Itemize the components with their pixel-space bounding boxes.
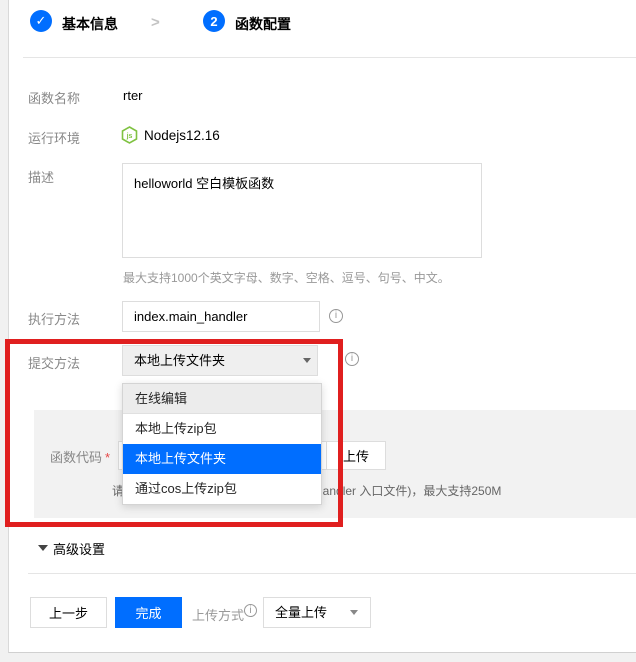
option-local-zip[interactable]: 本地上传zip包 <box>123 414 321 444</box>
submit-method-info-icon[interactable]: i <box>345 352 359 366</box>
option-online-edit[interactable]: 在线编辑 <box>123 384 321 414</box>
option-cos-zip[interactable]: 通过cos上传zip包 <box>123 474 321 504</box>
code-hint-text: handler 入口文件)，最大支持250M <box>316 482 501 499</box>
handler-input[interactable] <box>122 301 320 332</box>
runtime-label: 运行环境 <box>28 128 80 147</box>
handler-info-icon[interactable]: i <box>329 309 343 323</box>
runtime-value: Nodejs12.16 <box>144 128 220 143</box>
finish-button[interactable]: 完成 <box>115 597 182 628</box>
handler-label: 执行方法 <box>28 309 80 328</box>
check-icon: ✓ <box>36 13 47 29</box>
step1-label: 基本信息 <box>62 14 118 34</box>
svg-text:js: js <box>126 133 133 140</box>
upload-mode-label: 上传方式 <box>192 605 244 624</box>
function-code-label: 函数代码* <box>50 447 110 466</box>
submit-method-selected-value: 本地上传文件夹 <box>134 353 225 368</box>
upload-mode-caret-icon <box>350 610 358 615</box>
required-asterisk: * <box>105 450 110 465</box>
description-hint: 最大支持1000个英文字母、数字、空格、逗号、句号、中文。 <box>123 269 450 286</box>
nodejs-icon: js <box>121 126 138 149</box>
code-hint-clipped: 请 <box>112 482 122 499</box>
collapse-triangle-icon <box>38 545 48 551</box>
step1-done-icon: ✓ <box>30 10 52 32</box>
footer-divider <box>28 573 636 574</box>
step2-number-badge: 2 <box>203 10 225 32</box>
submit-method-select[interactable]: 本地上传文件夹 <box>122 345 318 376</box>
submit-method-label: 提交方法 <box>28 353 80 372</box>
chevron-right-icon: > <box>151 14 160 31</box>
upload-mode-selected-value: 全量上传 <box>275 605 327 620</box>
description-label: 描述 <box>28 167 54 186</box>
function-name-label: 函数名称 <box>28 88 80 107</box>
upload-button[interactable]: 上传 <box>326 441 386 470</box>
option-local-folder[interactable]: 本地上传文件夹 <box>123 444 321 474</box>
upload-mode-info-icon[interactable]: i <box>244 604 257 617</box>
select-caret-icon <box>303 358 311 363</box>
top-divider <box>23 57 636 58</box>
description-textarea[interactable]: helloworld 空白模板函数 <box>122 163 482 258</box>
advanced-settings-toggle[interactable]: 高级设置 <box>53 539 105 558</box>
previous-step-button[interactable]: 上一步 <box>30 597 107 628</box>
step2-label: 函数配置 <box>235 14 291 34</box>
submit-method-dropdown: 在线编辑 本地上传zip包 本地上传文件夹 通过cos上传zip包 <box>122 383 322 505</box>
function-name-value: rter <box>123 88 143 103</box>
